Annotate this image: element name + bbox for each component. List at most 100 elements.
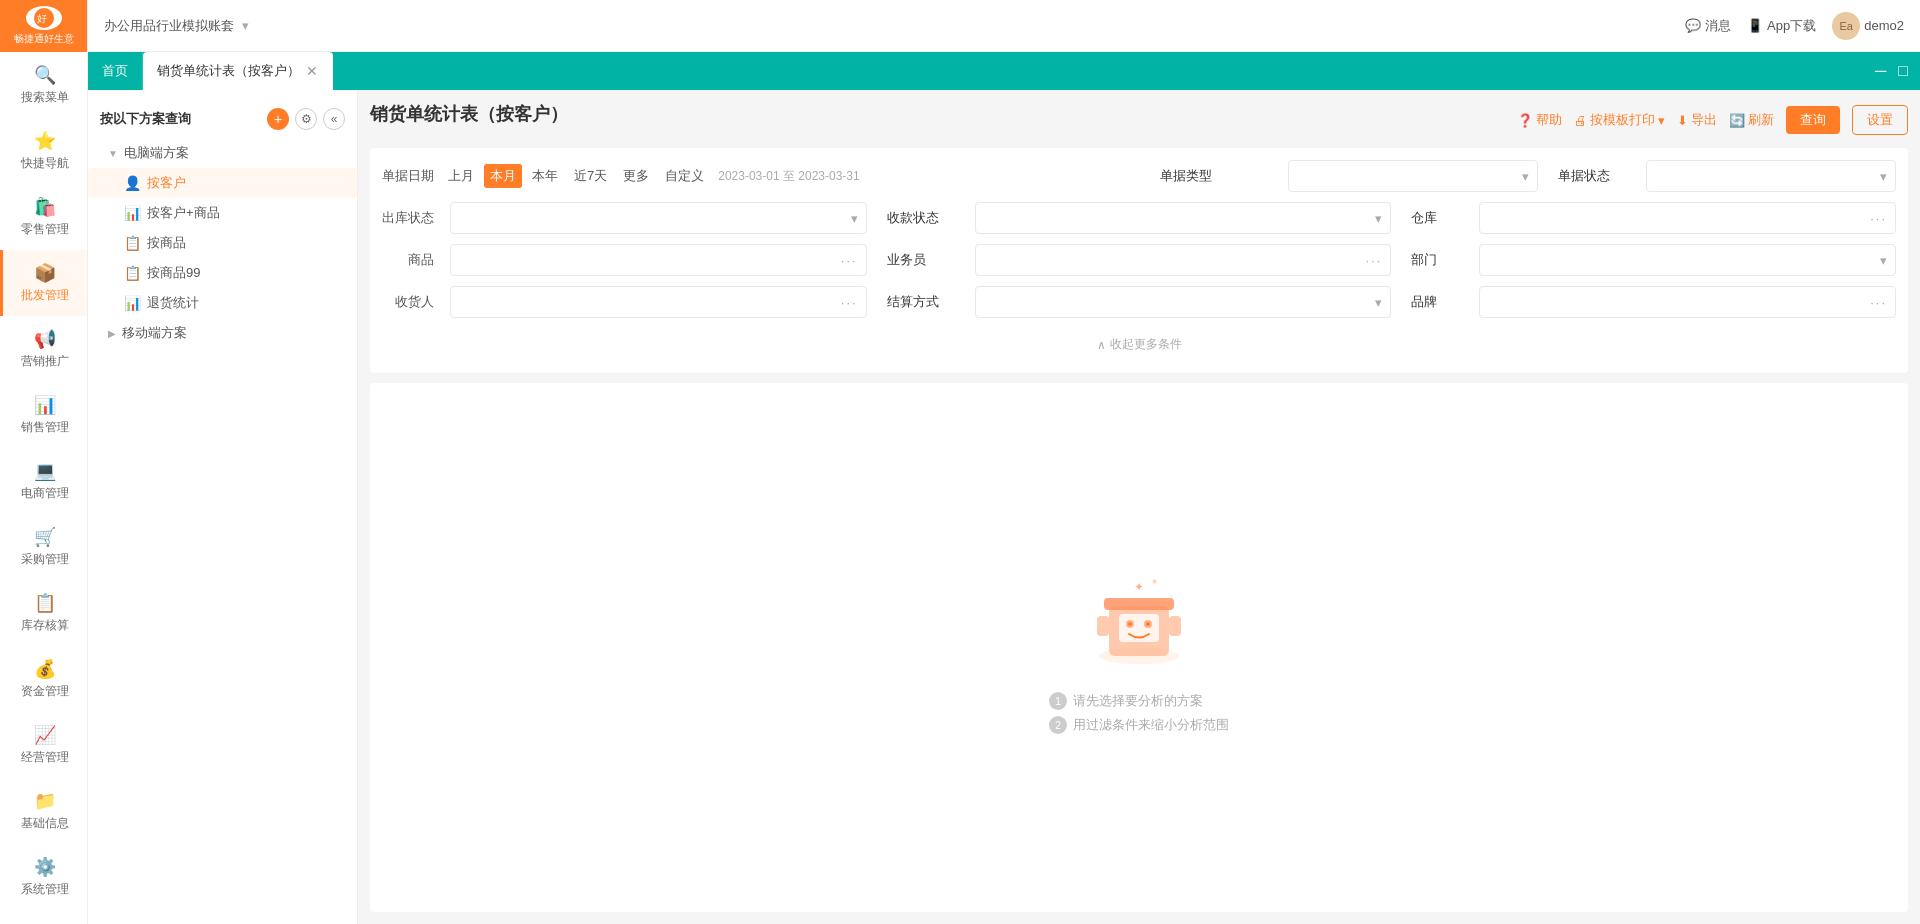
tree-item-customer-goods[interactable]: 📊 按客户+商品 bbox=[88, 198, 357, 228]
sidebar-item-wholesale[interactable]: 📦 批发管理 bbox=[0, 250, 87, 316]
sidebar-item-retail[interactable]: 🛍️ 零售管理 bbox=[0, 184, 87, 250]
tree-item-by-customer[interactable]: 👤 按客户 bbox=[88, 168, 357, 198]
collapse-bar[interactable]: ∧ 收起更多条件 bbox=[382, 328, 1896, 361]
refresh-button[interactable]: 🔄 刷新 bbox=[1729, 111, 1774, 129]
tree-item-goods-99[interactable]: 📋 按商品99 bbox=[88, 258, 357, 288]
goods-dots-icon: ··· bbox=[841, 253, 858, 268]
inventory-icon: 📋 bbox=[34, 592, 56, 614]
sidebar-item-cooperation[interactable]: 🤝 企业协同 bbox=[0, 910, 87, 924]
dept-arrow-icon: ▾ bbox=[1880, 253, 1887, 268]
sidebar-item-marketing[interactable]: 📢 营销推广 bbox=[0, 316, 87, 382]
tab-close-icon[interactable]: ✕ bbox=[306, 63, 318, 79]
sidebar-item-basic-info[interactable]: 📁 基础信息 bbox=[0, 778, 87, 844]
minimize-button[interactable]: ─ bbox=[1871, 58, 1890, 84]
goods-field[interactable]: ··· bbox=[450, 244, 867, 276]
system-icon: ⚙️ bbox=[34, 856, 56, 878]
filter-row-receiver: 收货人 ··· 结算方式 ▾ 品牌 ··· bbox=[382, 286, 1896, 318]
doc-status-field[interactable]: ▾ bbox=[1646, 160, 1896, 192]
tree-item-return-stats[interactable]: 📊 退货统计 bbox=[88, 288, 357, 318]
date-btn-last-7[interactable]: 近7天 bbox=[568, 164, 613, 188]
doc-status-label: 单据状态 bbox=[1558, 167, 1610, 185]
sidebar-item-operations[interactable]: 📈 经营管理 bbox=[0, 712, 87, 778]
settlement-arrow-icon: ▾ bbox=[1375, 295, 1382, 310]
date-range-display: 2023-03-01 至 2023-03-31 bbox=[718, 168, 859, 185]
mobile-section-arrow-icon: ▶ bbox=[108, 328, 116, 339]
template-print-label: 按模板打印 bbox=[1590, 111, 1655, 129]
sidebar-item-ecommerce[interactable]: 💻 电商管理 bbox=[0, 448, 87, 514]
sidebar-item-sales-label: 销售管理 bbox=[21, 419, 69, 436]
doc-type-field[interactable]: ▾ bbox=[1288, 160, 1538, 192]
salesperson-field[interactable]: ··· bbox=[975, 244, 1392, 276]
breadcrumb: 办公用品行业模拟账套 bbox=[104, 17, 234, 35]
purchase-icon: 🛒 bbox=[34, 526, 56, 548]
sidebar-item-sales[interactable]: 📊 销售管理 bbox=[0, 382, 87, 448]
help-button[interactable]: ❓ 帮助 bbox=[1517, 111, 1562, 129]
maximize-button[interactable]: □ bbox=[1894, 58, 1912, 84]
logo-icon: 好 bbox=[26, 6, 62, 30]
tab-sales-report-label: 销货单统计表（按客户） bbox=[157, 62, 300, 80]
tab-home-label: 首页 bbox=[102, 62, 128, 80]
query-button[interactable]: 查询 bbox=[1786, 106, 1840, 134]
tab-sales-report[interactable]: 销货单统计表（按客户） ✕ bbox=[143, 52, 333, 90]
tip-text-2: 用过滤条件来缩小分析范围 bbox=[1073, 716, 1229, 734]
sidebar-item-finance-label: 资金管理 bbox=[21, 683, 69, 700]
settlement-field[interactable]: ▾ bbox=[975, 286, 1392, 318]
sidebar-item-finance[interactable]: 💰 资金管理 bbox=[0, 646, 87, 712]
tree-item-by-goods[interactable]: 📋 按商品 bbox=[88, 228, 357, 258]
tree-pc-section[interactable]: ▼ 电脑端方案 bbox=[88, 138, 357, 168]
payment-status-field[interactable]: ▾ bbox=[975, 202, 1392, 234]
settings-button[interactable]: 设置 bbox=[1852, 105, 1908, 135]
receiver-dots-icon: ··· bbox=[841, 295, 858, 310]
filter-row-status: 出库状态 ▾ 收款状态 ▾ 仓库 ··· bbox=[382, 202, 1896, 234]
date-btn-custom[interactable]: 自定义 bbox=[659, 164, 710, 188]
app-download-button[interactable]: 📱 App下载 bbox=[1747, 17, 1816, 35]
breadcrumb-arrow-icon[interactable]: ▾ bbox=[242, 18, 249, 33]
tree-mobile-section[interactable]: ▶ 移动端方案 bbox=[88, 318, 357, 348]
warehouse-field[interactable]: ··· bbox=[1479, 202, 1896, 234]
out-status-field[interactable]: ▾ bbox=[450, 202, 867, 234]
collapse-panel-button[interactable]: « bbox=[323, 108, 345, 130]
date-btn-this-month[interactable]: 本月 bbox=[484, 164, 522, 188]
sidebar-item-basic-info-label: 基础信息 bbox=[21, 815, 69, 832]
svg-point-8 bbox=[1128, 622, 1132, 626]
left-panel-header: 按以下方案查询 + ⚙ « bbox=[88, 100, 357, 138]
svg-rect-4 bbox=[1104, 598, 1174, 610]
sidebar: 好 畅捷通好生意 🔍 搜索菜单 ⭐ 快捷导航 🛍️ 零售管理 📦 批发管理 📢 … bbox=[0, 0, 88, 924]
sidebar-item-search-label: 搜索菜单 bbox=[21, 89, 69, 106]
tab-home[interactable]: 首页 bbox=[88, 52, 143, 90]
add-plan-button[interactable]: + bbox=[267, 108, 289, 130]
export-button[interactable]: ⬇ 导出 bbox=[1677, 111, 1717, 129]
user-info[interactable]: Ea demo2 bbox=[1832, 12, 1904, 40]
sidebar-item-quick-nav-label: 快捷导航 bbox=[21, 155, 69, 172]
help-label: 帮助 bbox=[1536, 111, 1562, 129]
svg-text:★: ★ bbox=[1151, 577, 1158, 586]
sidebar-item-retail-label: 零售管理 bbox=[21, 221, 69, 238]
date-btn-this-year[interactable]: 本年 bbox=[526, 164, 564, 188]
sidebar-item-quick-nav[interactable]: ⭐ 快捷导航 bbox=[0, 118, 87, 184]
filter-area: 单据日期 上月 本月 本年 近7天 更多 自定义 2023-03-01 至 20… bbox=[370, 148, 1908, 373]
sidebar-item-purchase[interactable]: 🛒 采购管理 bbox=[0, 514, 87, 580]
sidebar-nav: 🔍 搜索菜单 ⭐ 快捷导航 🛍️ 零售管理 📦 批发管理 📢 营销推广 📊 销售… bbox=[0, 52, 87, 924]
plan-settings-button[interactable]: ⚙ bbox=[295, 108, 317, 130]
template-print-button[interactable]: 🖨 按模板打印 ▾ bbox=[1574, 111, 1665, 129]
salesperson-dots-icon: ··· bbox=[1366, 253, 1383, 268]
left-panel: 按以下方案查询 + ⚙ « ▼ 电脑端方案 👤 按客户 📊 按客户+商品 📋 按… bbox=[88, 90, 358, 924]
tree-item-customer-goods-label: 按客户+商品 bbox=[147, 204, 220, 222]
brand-field[interactable]: ··· bbox=[1479, 286, 1896, 318]
dept-field[interactable]: ▾ bbox=[1479, 244, 1896, 276]
dept-label: 部门 bbox=[1411, 251, 1437, 269]
customer-icon: 👤 bbox=[124, 175, 141, 191]
sidebar-item-inventory[interactable]: 📋 库存核算 bbox=[0, 580, 87, 646]
sidebar-item-search[interactable]: 🔍 搜索菜单 bbox=[0, 52, 87, 118]
receiver-field[interactable]: ··· bbox=[450, 286, 867, 318]
empty-tips: 1 请先选择要分析的方案 2 用过滤条件来缩小分析范围 bbox=[1049, 692, 1229, 740]
basic-info-icon: 📁 bbox=[34, 790, 56, 812]
doc-status-arrow-icon: ▾ bbox=[1880, 169, 1887, 184]
sidebar-item-marketing-label: 营销推广 bbox=[21, 353, 69, 370]
sidebar-item-system[interactable]: ⚙️ 系统管理 bbox=[0, 844, 87, 910]
message-button[interactable]: 💬 消息 bbox=[1685, 17, 1731, 35]
date-btn-last-month[interactable]: 上月 bbox=[442, 164, 480, 188]
date-label: 单据日期 bbox=[382, 167, 442, 185]
date-btn-more[interactable]: 更多 bbox=[617, 164, 655, 188]
avatar: Ea bbox=[1832, 12, 1860, 40]
